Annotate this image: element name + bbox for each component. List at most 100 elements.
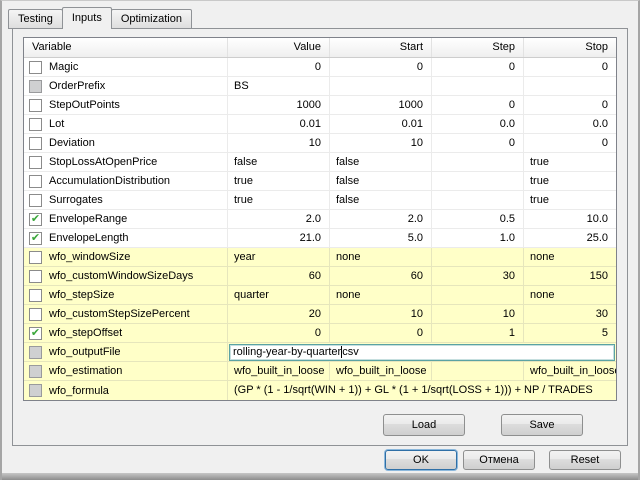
param-step[interactable]: 10	[432, 305, 524, 323]
param-value[interactable]: quarter	[228, 286, 330, 304]
param-value[interactable]: true	[228, 191, 330, 209]
param-checkbox[interactable]	[29, 60, 42, 74]
table-row[interactable]: Lot 0.01 0.01 0.0 0.0	[24, 115, 616, 134]
param-checkbox[interactable]	[29, 384, 42, 397]
param-start[interactable]: 0.01	[330, 115, 432, 133]
table-row[interactable]: StopLossAtOpenPrice false false true	[24, 153, 616, 172]
table-row[interactable]: wfo_formula (GP * (1 - 1/sqrt(WIN + 1)) …	[24, 381, 616, 400]
param-stop[interactable]: 150	[524, 267, 616, 285]
param-checkbox[interactable]	[29, 155, 42, 169]
tab-testing[interactable]: Testing	[8, 9, 63, 29]
table-row[interactable]: Magic 0 0 0 0	[24, 58, 616, 77]
param-start[interactable]: false	[330, 153, 432, 171]
table-row[interactable]: OrderPrefix BS	[24, 77, 616, 96]
param-start[interactable]: 60	[330, 267, 432, 285]
param-step[interactable]	[432, 362, 524, 380]
param-start[interactable]: 2.0	[330, 210, 432, 228]
param-start[interactable]: none	[330, 248, 432, 266]
param-stop[interactable]: none	[524, 286, 616, 304]
param-start[interactable]: 10	[330, 305, 432, 323]
param-checkbox[interactable]	[29, 364, 42, 378]
table-row[interactable]: ✔ EnvelopeRange 2.0 2.0 0.5 10.0	[24, 210, 616, 229]
param-checkbox[interactable]	[29, 174, 42, 188]
param-stop[interactable]	[524, 77, 616, 95]
param-start[interactable]: 0	[330, 58, 432, 76]
param-value[interactable]: 2.0	[228, 210, 330, 228]
ok-button[interactable]: OK	[385, 449, 457, 470]
param-value[interactable]: true	[228, 172, 330, 190]
param-value[interactable]: 21.0	[228, 229, 330, 247]
param-start[interactable]: 10	[330, 134, 432, 152]
table-row[interactable]: ✔ wfo_stepOffset 0 0 1 5	[24, 324, 616, 343]
param-step[interactable]: 0	[432, 96, 524, 114]
table-row[interactable]: ✔ EnvelopeLength 21.0 5.0 1.0 25.0	[24, 229, 616, 248]
load-button[interactable]: Load	[383, 414, 465, 436]
param-stop[interactable]: 0.0	[524, 115, 616, 133]
param-stop[interactable]: 30	[524, 305, 616, 323]
param-start[interactable]: false	[330, 191, 432, 209]
tab-optimization[interactable]: Optimization	[110, 9, 192, 29]
param-step[interactable]	[432, 77, 524, 95]
param-checkbox[interactable]	[29, 117, 42, 131]
param-value[interactable]: 1000	[228, 96, 330, 114]
param-value[interactable]: (GP * (1 - 1/sqrt(WIN + 1)) + GL * (1 + …	[228, 381, 616, 400]
param-checkbox[interactable]	[29, 98, 42, 112]
param-start[interactable]: false	[330, 172, 432, 190]
param-step[interactable]: 0	[432, 58, 524, 76]
param-checkbox[interactable]	[29, 193, 42, 207]
param-value[interactable]: 0.01	[228, 115, 330, 133]
param-stop[interactable]: 25.0	[524, 229, 616, 247]
param-value[interactable]: 20	[228, 305, 330, 323]
param-stop[interactable]: 0	[524, 134, 616, 152]
param-checkbox[interactable]: ✔	[29, 212, 42, 226]
reset-button[interactable]: Reset	[549, 449, 621, 470]
table-row[interactable]: wfo_stepSize quarter none none	[24, 286, 616, 305]
param-stop[interactable]: true	[524, 191, 616, 209]
save-button[interactable]: Save	[501, 414, 583, 436]
tab-inputs[interactable]: Inputs	[61, 7, 112, 29]
param-checkbox[interactable]	[29, 79, 42, 93]
table-row[interactable]: Deviation 10 10 0 0	[24, 134, 616, 153]
param-start[interactable]	[330, 77, 432, 95]
table-row[interactable]: StepOutPoints 1000 1000 0 0	[24, 96, 616, 115]
param-value[interactable]: 10	[228, 134, 330, 152]
param-value[interactable]: rolling-year-by-quarter csv	[228, 343, 616, 361]
output-file-input[interactable]: rolling-year-by-quarter csv	[229, 343, 615, 361]
param-step[interactable]	[432, 286, 524, 304]
param-value[interactable]: 0	[228, 58, 330, 76]
cancel-button[interactable]: Отмена	[463, 449, 535, 470]
table-row[interactable]: wfo_customStepSizePercent 20 10 10 30	[24, 305, 616, 324]
param-checkbox[interactable]	[29, 345, 42, 359]
param-step[interactable]	[432, 153, 524, 171]
param-stop[interactable]: none	[524, 248, 616, 266]
param-step[interactable]: 0.5	[432, 210, 524, 228]
param-start[interactable]: wfo_built_in_loose	[330, 362, 432, 380]
param-value[interactable]: 60	[228, 267, 330, 285]
table-row[interactable]: wfo_customWindowSizeDays 60 60 30 150	[24, 267, 616, 286]
param-stop[interactable]: 10.0	[524, 210, 616, 228]
param-stop[interactable]: wfo_built_in_loose	[524, 362, 616, 380]
param-checkbox[interactable]: ✔	[29, 231, 42, 245]
param-step[interactable]: 0.0	[432, 115, 524, 133]
table-row[interactable]: wfo_estimation wfo_built_in_loose wfo_bu…	[24, 362, 616, 381]
param-value[interactable]: wfo_built_in_loose	[228, 362, 330, 380]
param-step[interactable]: 30	[432, 267, 524, 285]
param-checkbox[interactable]	[29, 250, 42, 264]
param-start[interactable]: 1000	[330, 96, 432, 114]
param-checkbox[interactable]	[29, 307, 42, 321]
param-stop[interactable]: 0	[524, 96, 616, 114]
param-checkbox[interactable]	[29, 136, 42, 150]
param-value[interactable]: year	[228, 248, 330, 266]
param-step[interactable]	[432, 191, 524, 209]
param-step[interactable]	[432, 172, 524, 190]
param-step[interactable]	[432, 248, 524, 266]
param-start[interactable]: 0	[330, 324, 432, 342]
param-value[interactable]: false	[228, 153, 330, 171]
param-stop[interactable]: 5	[524, 324, 616, 342]
param-step[interactable]: 1.0	[432, 229, 524, 247]
param-value[interactable]: BS	[228, 77, 330, 95]
param-start[interactable]: 5.0	[330, 229, 432, 247]
table-row[interactable]: Surrogates true false true	[24, 191, 616, 210]
param-stop[interactable]: true	[524, 172, 616, 190]
table-row[interactable]: AccumulationDistribution true false true	[24, 172, 616, 191]
